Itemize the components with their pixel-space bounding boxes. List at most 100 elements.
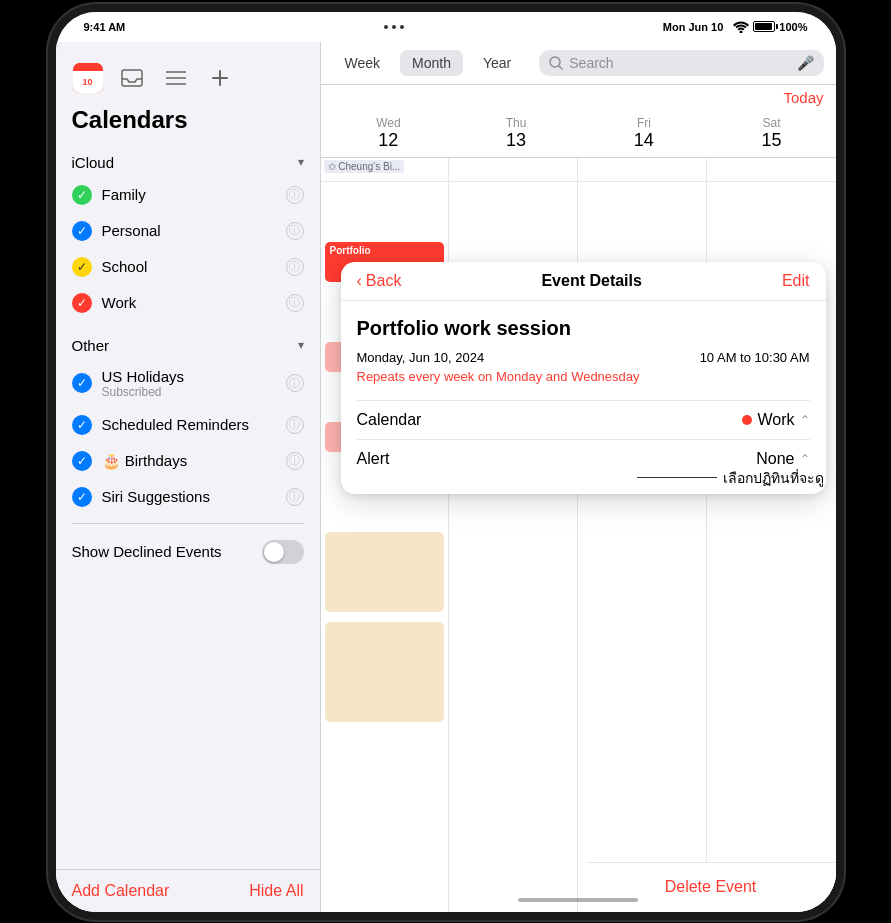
birthdays-info[interactable]: ⓘ bbox=[286, 452, 304, 470]
us-holidays-sub: Subscribed bbox=[102, 385, 276, 399]
hide-all-btn[interactable]: Hide All bbox=[249, 882, 303, 900]
family-label: Family bbox=[102, 186, 276, 203]
sidebar-item-school[interactable]: ✓ School ⓘ bbox=[56, 249, 320, 285]
school-dot: ✓ bbox=[72, 257, 92, 277]
other-label: Other bbox=[72, 337, 110, 354]
sidebar-item-siri[interactable]: ✓ Siri Suggestions ⓘ bbox=[56, 479, 320, 515]
wifi-icon bbox=[733, 21, 749, 33]
us-holidays-check: ✓ bbox=[77, 376, 87, 390]
birthdays-dot: ✓ bbox=[72, 451, 92, 471]
svg-line-7 bbox=[559, 66, 562, 69]
thu-num: 13 bbox=[452, 130, 580, 151]
alert-row-label: Alert bbox=[357, 450, 390, 468]
sidebar-title: Calendars bbox=[56, 106, 320, 146]
panel-edit-btn[interactable]: Edit bbox=[782, 272, 810, 290]
work-check: ✓ bbox=[77, 296, 87, 310]
school-label: School bbox=[102, 258, 276, 275]
other-section-header[interactable]: Other ▾ bbox=[56, 329, 320, 360]
calendar-chevron: ⌃ bbox=[800, 413, 810, 427]
yellow-event-2[interactable] bbox=[325, 622, 445, 722]
calendar-header: Week Month Year Search 🎤 bbox=[321, 42, 836, 85]
sidebar-item-work[interactable]: ✓ Work ⓘ bbox=[56, 285, 320, 321]
event-time-text: 10 AM to 10:30 AM bbox=[700, 350, 810, 365]
list-btn[interactable] bbox=[160, 62, 192, 94]
add-calendar-btn[interactable]: Add Calendar bbox=[72, 882, 170, 900]
status-bar: 9:41 AM Mon Jun 10 100% bbox=[56, 12, 836, 42]
status-time: 9:41 AM bbox=[84, 21, 126, 33]
inbox-btn[interactable] bbox=[116, 62, 148, 94]
show-declined-toggle[interactable] bbox=[262, 540, 304, 564]
fri-num: 14 bbox=[580, 130, 708, 151]
personal-dot: ✓ bbox=[72, 221, 92, 241]
siri-dot: ✓ bbox=[72, 487, 92, 507]
panel-title: Event Details bbox=[541, 272, 641, 290]
alert-value-text: None bbox=[756, 450, 794, 468]
siri-info[interactable]: ⓘ bbox=[286, 488, 304, 506]
status-day: Mon Jun 10 bbox=[663, 21, 724, 33]
work-dot: ✓ bbox=[72, 293, 92, 313]
family-dot: ✓ bbox=[72, 185, 92, 205]
battery-icon bbox=[753, 21, 775, 32]
list-icon bbox=[166, 70, 186, 86]
all-day-sat bbox=[707, 158, 836, 181]
calendar-icon-btn[interactable]: 10 bbox=[72, 62, 104, 94]
all-day-thu bbox=[449, 158, 578, 181]
week-btn[interactable]: Week bbox=[333, 50, 393, 76]
reminders-check: ✓ bbox=[77, 418, 87, 432]
show-declined-label: Show Declined Events bbox=[72, 543, 222, 560]
calendar-app-icon: 10 bbox=[73, 63, 103, 93]
icloud-section-header[interactable]: iCloud ▾ bbox=[56, 146, 320, 177]
callout-annotation: เลือกปฏิทินที่จะดู bbox=[637, 467, 824, 489]
alert-row-value: None ⌃ bbox=[756, 450, 809, 468]
work-info[interactable]: ⓘ bbox=[286, 294, 304, 312]
sidebar-item-personal[interactable]: ✓ Personal ⓘ bbox=[56, 213, 320, 249]
svg-rect-0 bbox=[122, 70, 142, 86]
sat-num: 15 bbox=[708, 130, 836, 151]
icloud-chevron: ▾ bbox=[298, 155, 304, 169]
app-container: 10 bbox=[56, 12, 836, 912]
day-header-sat: Sat 15 bbox=[708, 110, 836, 157]
sidebar-item-family[interactable]: ✓ Family ⓘ bbox=[56, 177, 320, 213]
birthdays-check: ✓ bbox=[77, 454, 87, 468]
search-icon bbox=[549, 56, 563, 70]
plus-icon bbox=[212, 70, 228, 86]
work-label: Work bbox=[102, 294, 276, 311]
month-btn[interactable]: Month bbox=[400, 50, 463, 76]
family-info[interactable]: ⓘ bbox=[286, 186, 304, 204]
wed-num: 12 bbox=[325, 130, 453, 151]
dot2 bbox=[392, 25, 396, 29]
panel-body: Portfolio work session Monday, Jun 10, 2… bbox=[341, 301, 826, 494]
us-holidays-info[interactable]: ⓘ bbox=[286, 374, 304, 392]
sidebar-item-us-holidays[interactable]: ✓ US Holidays Subscribed ⓘ bbox=[56, 360, 320, 407]
personal-info[interactable]: ⓘ bbox=[286, 222, 304, 240]
back-chevron: ‹ bbox=[357, 272, 362, 290]
sidebar: 10 bbox=[56, 42, 321, 912]
reminders-info[interactable]: ⓘ bbox=[286, 416, 304, 434]
mic-icon[interactable]: 🎤 bbox=[797, 55, 814, 71]
search-bar[interactable]: Search 🎤 bbox=[539, 50, 823, 76]
yellow-event-1[interactable] bbox=[325, 532, 445, 612]
year-btn[interactable]: Year bbox=[471, 50, 523, 76]
today-btn[interactable]: Today bbox=[783, 89, 823, 106]
school-info[interactable]: ⓘ bbox=[286, 258, 304, 276]
alert-chevron: ⌃ bbox=[800, 452, 810, 466]
add-btn[interactable] bbox=[204, 62, 236, 94]
calendar-days-header: Wed 12 Thu 13 Fri 14 Sat 15 bbox=[321, 110, 836, 158]
panel-back-btn[interactable]: ‹ Back bbox=[357, 272, 402, 290]
event-calendar-row[interactable]: Calendar Work ⌃ bbox=[357, 400, 810, 439]
family-check: ✓ bbox=[77, 188, 87, 202]
wed-label: Wed bbox=[325, 116, 453, 130]
event-date-text: Monday, Jun 10, 2024 bbox=[357, 350, 485, 365]
thu-label: Thu bbox=[452, 116, 580, 130]
panel-nav: ‹ Back Event Details Edit bbox=[341, 262, 826, 301]
sat-label: Sat bbox=[708, 116, 836, 130]
cheung-event[interactable]: ✩ Cheung's Bi... bbox=[324, 160, 405, 173]
sidebar-item-birthdays[interactable]: ✓ 🎂 Birthdays ⓘ bbox=[56, 443, 320, 479]
event-repeat: Repeats every week on Monday and Wednesd… bbox=[357, 369, 810, 384]
sidebar-footer: Add Calendar Hide All bbox=[56, 869, 320, 912]
reminders-label: Scheduled Reminders bbox=[102, 416, 276, 433]
home-indicator bbox=[321, 892, 836, 908]
siri-check: ✓ bbox=[77, 490, 87, 504]
sidebar-item-reminders[interactable]: ✓ Scheduled Reminders ⓘ bbox=[56, 407, 320, 443]
us-holidays-label: US Holidays bbox=[102, 368, 276, 385]
